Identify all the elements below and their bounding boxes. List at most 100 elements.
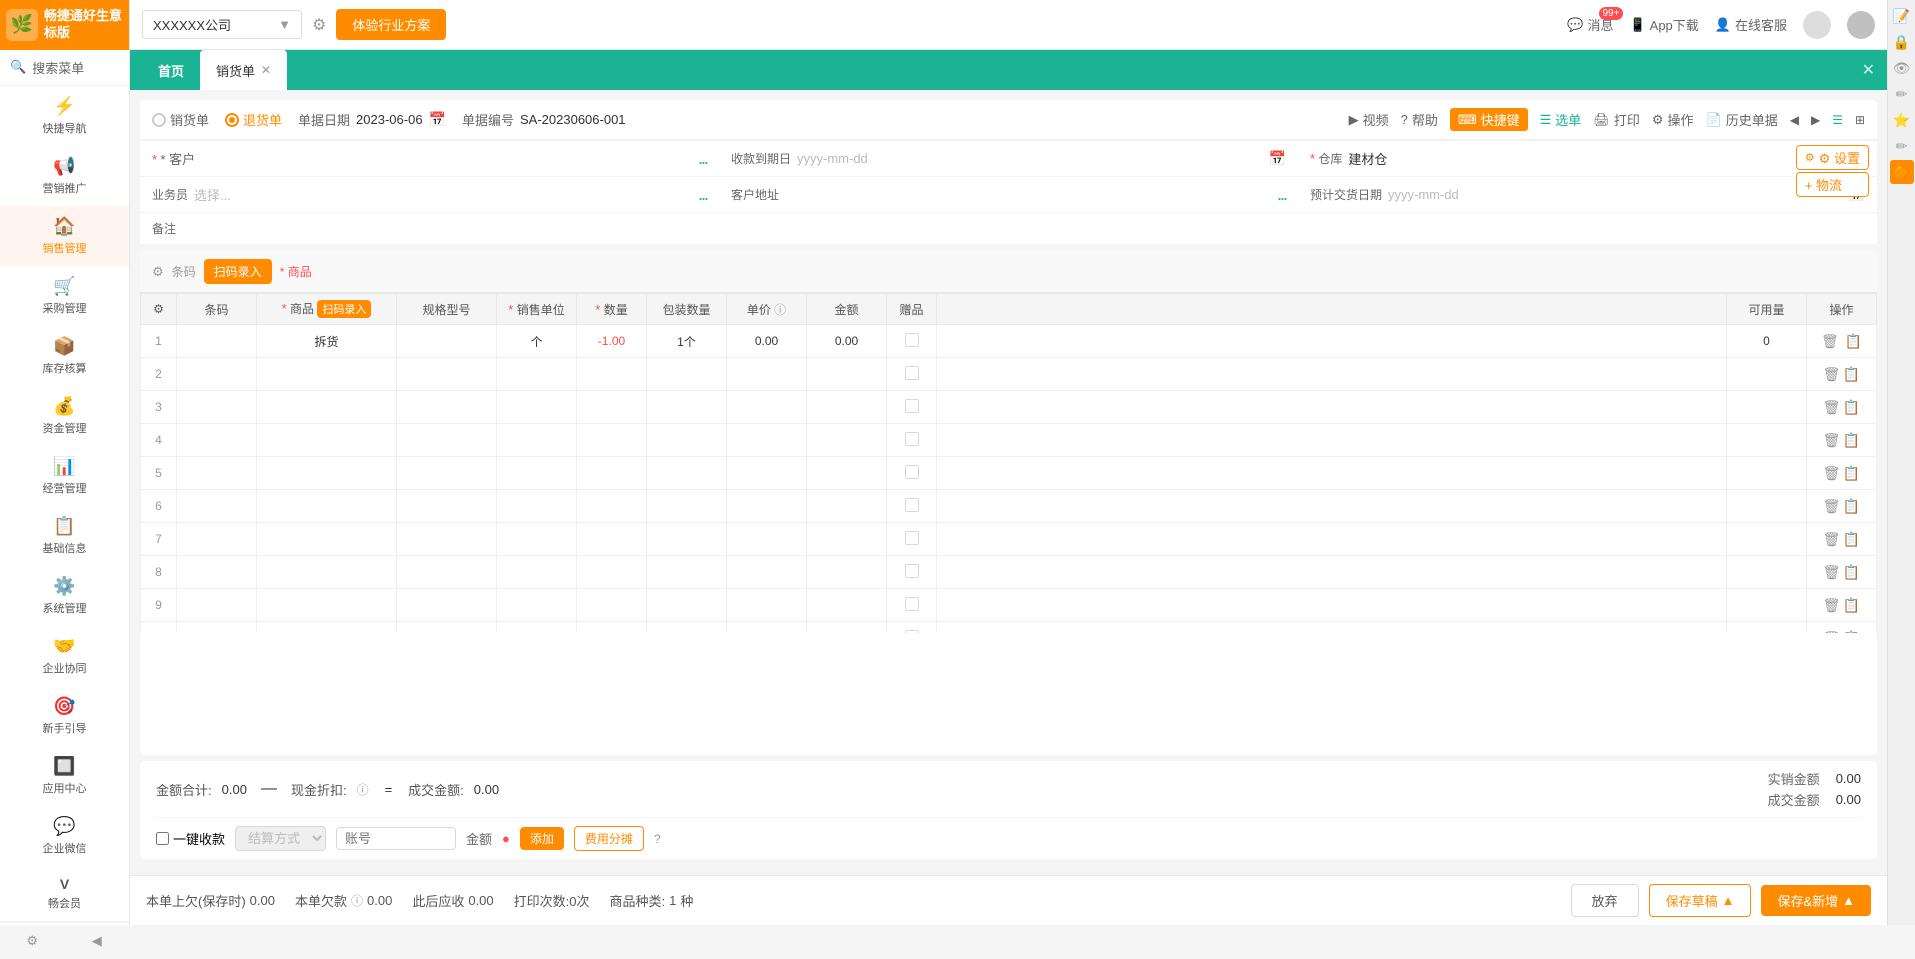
ops-btn[interactable]: ⚙ 操作 — [1652, 110, 1694, 129]
delete-icon[interactable]: 🗑 — [1822, 595, 1842, 615]
customer-dots[interactable]: ... — [698, 148, 707, 169]
delete-icon[interactable]: 🗑 — [1822, 628, 1842, 633]
table-settings-icon[interactable]: ⚙ — [152, 264, 164, 280]
row-amount[interactable]: 0.00 — [807, 325, 887, 358]
col-packqty[interactable]: 包装数量 — [647, 294, 727, 325]
sidebar-item-enterprise[interactable]: 🤝 企业协同 — [0, 626, 129, 686]
col-product[interactable]: * 商品 扫码录入 — [257, 294, 397, 325]
delete-icon[interactable]: 🗑 — [1822, 496, 1842, 516]
trial-btn[interactable]: 体验行业方案 — [336, 9, 446, 40]
save-draft-btn[interactable]: 保存草稿 ▲ — [1649, 884, 1752, 917]
copy-icon[interactable]: 📋 — [1842, 463, 1862, 483]
sidebar-item-system[interactable]: ⚙️ 系统管理 — [0, 566, 129, 626]
right-panel-orange-icon[interactable]: 🔶 — [1890, 160, 1914, 184]
date-calendar-icon[interactable]: 📅 — [429, 111, 446, 128]
col-ops[interactable]: 操作 — [1807, 294, 1877, 325]
row-barcode[interactable] — [177, 325, 257, 358]
radio-sales[interactable]: 销货单 — [152, 110, 209, 129]
sidebar-item-marketing[interactable]: 📢 营销推广 — [0, 146, 129, 206]
row-unit[interactable]: 个 — [497, 325, 577, 358]
copy-icon[interactable]: 📋 — [1842, 496, 1862, 516]
logistics-quick-btn[interactable]: + 物流 — [1796, 172, 1869, 197]
delete-icon[interactable]: 🗑 — [1822, 397, 1842, 417]
row-desc[interactable] — [937, 325, 1727, 358]
right-panel-note-icon[interactable]: 📝 — [1890, 4, 1914, 28]
delete-icon[interactable]: 🗑 — [1820, 331, 1840, 351]
col-unit[interactable]: * 销售单位 — [497, 294, 577, 325]
close-all-tabs-icon[interactable]: ✕ — [1862, 60, 1875, 80]
col-avail[interactable]: 可用量 — [1727, 294, 1807, 325]
sidebar-item-purchase[interactable]: 🛒 采购管理 — [0, 266, 129, 326]
right-panel-lock-icon[interactable]: 🔒 — [1890, 30, 1914, 54]
sidebar-search[interactable]: 🔍 搜索菜单 — [0, 50, 129, 86]
copy-icon[interactable]: 📋 — [1843, 331, 1863, 351]
view-grid-btn[interactable]: ⊞ — [1855, 113, 1865, 127]
delete-icon[interactable]: 🗑 — [1822, 463, 1842, 483]
row-product[interactable]: 拆货 — [257, 325, 397, 358]
video-btn[interactable]: ▶ 视频 — [1349, 110, 1389, 129]
sidebar-item-wechat[interactable]: 💬 企业微信 — [0, 806, 129, 866]
gift-checkbox[interactable] — [905, 366, 919, 380]
sidebar-item-sales[interactable]: 🏠 销售管理 — [0, 206, 129, 266]
salesperson-dots[interactable]: ... — [698, 184, 707, 205]
app-download-btn[interactable]: 📱 App下载 — [1629, 15, 1698, 34]
payment-due-calendar-icon[interactable]: 📅 — [1269, 150, 1286, 167]
col-barcode[interactable]: 条码 — [177, 294, 257, 325]
sidebar-item-basic[interactable]: 📋 基础信息 — [0, 506, 129, 566]
col-gift[interactable]: 赠品 — [887, 294, 937, 325]
copy-icon[interactable]: 📋 — [1842, 364, 1862, 384]
settlement-method-select[interactable]: 结算方式 — [235, 826, 326, 851]
user-avatar2[interactable] — [1847, 11, 1875, 39]
sidebar-item-quick-nav[interactable]: ⚡ 快捷导航 — [0, 86, 129, 146]
right-panel-pen-icon[interactable]: ✏ — [1890, 134, 1914, 158]
one-click-payment-checkbox-label[interactable]: 一键收款 — [156, 829, 225, 848]
col-price[interactable]: 单价 ⓘ — [727, 294, 807, 325]
gift-checkbox[interactable] — [905, 432, 919, 446]
header-scan-btn[interactable]: 扫码录入 — [317, 300, 371, 318]
scan-btn[interactable]: 扫码录入 — [204, 259, 272, 284]
tab-home[interactable]: 首页 — [142, 50, 200, 90]
sidebar-item-ops[interactable]: 📊 经营管理 — [0, 446, 129, 506]
nav-prev-btn[interactable]: ◀ — [1790, 113, 1799, 127]
addr-dots[interactable]: ... — [1277, 184, 1286, 205]
gift-checkbox[interactable] — [905, 597, 919, 611]
user-avatar[interactable] — [1803, 11, 1831, 39]
save-draft-arrow[interactable]: ▲ — [1722, 893, 1735, 908]
fenyong-btn[interactable]: 费用分摊 — [574, 826, 644, 851]
company-selector[interactable]: XXXXXX公司 ▼ — [142, 10, 302, 39]
right-panel-eye-icon[interactable]: 👁 — [1890, 56, 1914, 80]
message-btn[interactable]: 💬 消息 99+ — [1567, 15, 1613, 34]
col-desc[interactable] — [937, 294, 1727, 325]
delete-icon[interactable]: 🗑 — [1822, 562, 1842, 582]
gift-checkbox[interactable] — [905, 564, 919, 578]
copy-icon[interactable]: 📋 — [1842, 430, 1862, 450]
right-panel-star-icon[interactable]: ⭐ — [1890, 108, 1914, 132]
history-btn[interactable]: 📄 历史单据 — [1706, 110, 1778, 129]
row-spec[interactable] — [397, 325, 497, 358]
delete-icon[interactable]: 🗑 — [1822, 430, 1842, 450]
copy-icon[interactable]: 📋 — [1842, 562, 1862, 582]
help-btn[interactable]: ? 帮助 — [1401, 110, 1438, 129]
copy-icon[interactable]: 📋 — [1842, 529, 1862, 549]
radio-return[interactable]: 退货单 — [225, 110, 282, 129]
gift-checkbox[interactable] — [905, 399, 919, 413]
tab-sales-order[interactable]: 销货单 ✕ — [200, 50, 287, 90]
right-panel-edit-icon[interactable]: ✏ — [1890, 82, 1914, 106]
col-amount[interactable]: 金额 — [807, 294, 887, 325]
gift-checkbox[interactable] — [905, 531, 919, 545]
delete-icon[interactable]: 🗑 — [1822, 364, 1842, 384]
save-new-btn[interactable]: 保存&新增 ▲ — [1761, 885, 1871, 916]
sidebar-collapse-btn[interactable]: ◀ — [65, 923, 130, 959]
add-btn[interactable]: 添加 — [520, 827, 564, 850]
gift-checkbox[interactable] — [905, 498, 919, 512]
one-click-payment-checkbox[interactable] — [156, 832, 169, 845]
tab-close-icon[interactable]: ✕ — [261, 63, 271, 77]
select-order-btn[interactable]: ☰ 选单 — [1540, 110, 1582, 129]
copy-icon[interactable]: 📋 — [1842, 397, 1862, 417]
discard-btn[interactable]: 放弃 — [1571, 884, 1639, 917]
sidebar-item-inventory[interactable]: 📦 库存核算 — [0, 326, 129, 386]
gift-checkbox[interactable] — [905, 333, 919, 347]
col-spec[interactable]: 规格型号 — [397, 294, 497, 325]
sidebar-item-vip[interactable]: V 畅会员 — [0, 866, 129, 921]
settings-gear-icon[interactable]: ⚙ — [312, 15, 326, 35]
